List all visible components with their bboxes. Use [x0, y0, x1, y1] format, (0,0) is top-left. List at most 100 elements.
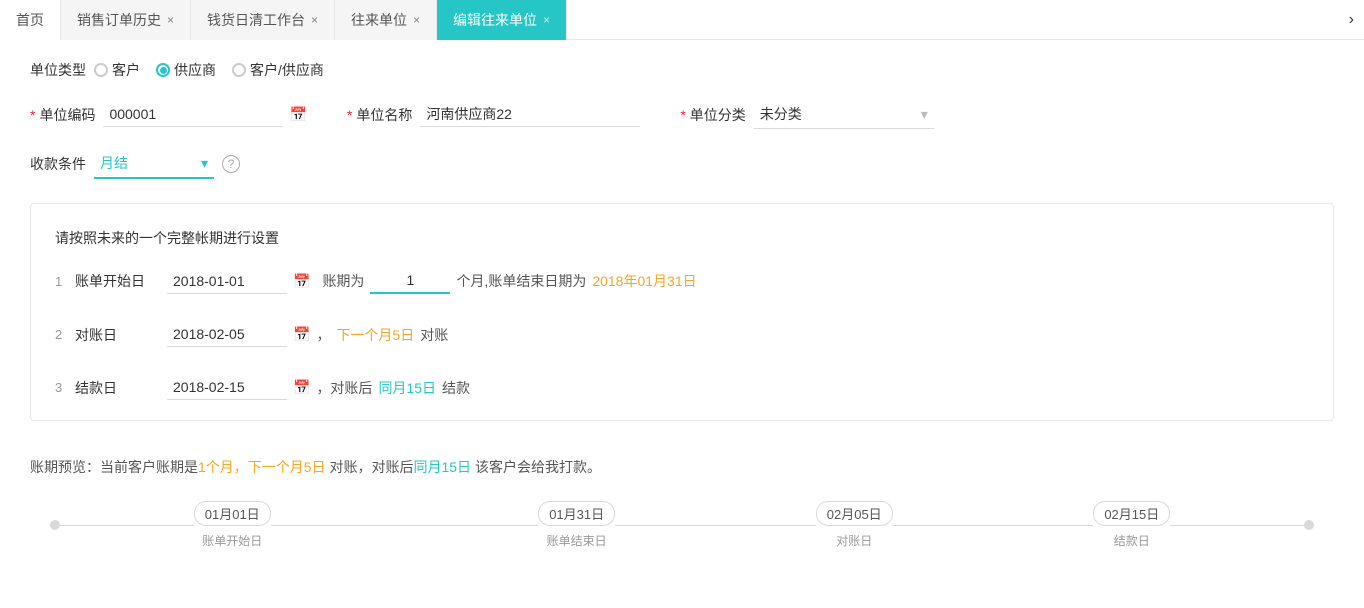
setting-num-3: 3 — [55, 380, 75, 395]
setting-prefix-3: ，对账后 — [316, 378, 372, 398]
setting-row-3: 3 结款日 📅 ，对账后 同月15日 结款 — [55, 375, 1309, 400]
setting-suffix-3: 结款 — [442, 378, 470, 398]
setting-label-3: 结款日 — [75, 378, 155, 398]
payment-label: 收款条件 — [30, 154, 86, 174]
setting-row-2: 2 对账日 📅 ， 下一个月5日 对账 — [55, 322, 1309, 347]
unit-name-input[interactable]: 河南供应商22 — [420, 102, 640, 127]
timeline-line-4 — [893, 525, 1094, 526]
timeline-dot-left — [50, 520, 60, 530]
radio-both[interactable]: 客户/供应商 — [232, 60, 324, 80]
unit-info-row: * 单位编码 000001 📅 * 单位名称 河南供应商22 * 单位分类 未分… — [30, 100, 1334, 129]
setting-row-1: 1 账单开始日 📅 账期为 个月,账单结束日期为 2018年01月31日 — [55, 268, 1309, 294]
unit-code-input[interactable]: 000001 — [103, 102, 283, 127]
preview-prefix: 账期预览：当前客户账期是 — [30, 459, 198, 475]
unit-type-label: 单位类型 — [30, 60, 86, 80]
timeline-badge-4: 02月15日 — [1093, 501, 1170, 526]
tab-home-label: 首页 — [16, 10, 44, 30]
setting-cal-1[interactable]: 📅 — [293, 273, 310, 290]
settings-title: 请按照未来的一个完整帐期进行设置 — [55, 228, 1309, 248]
unit-category-star: * — [680, 107, 685, 123]
setting-mid-1: 账期为 — [322, 271, 364, 291]
unit-code-star: * — [30, 107, 35, 123]
timeline-badge-2: 01月31日 — [538, 501, 615, 526]
unit-category-label: 单位分类 — [690, 105, 746, 125]
setting-label-2: 对账日 — [75, 325, 155, 345]
setting-period-input[interactable] — [370, 268, 450, 294]
setting-date-3[interactable] — [167, 375, 287, 400]
timeline: 01月01日 账单开始日 01月31日 账单结束日 02月05日 对账日 02月… — [30, 501, 1334, 549]
timeline-line-3 — [615, 525, 816, 526]
preview-suffix: 该客户会给我打款。 — [471, 459, 601, 475]
setting-comma-2: ， — [316, 325, 330, 345]
tab-cash-work[interactable]: 钱货日清工作台 × — [191, 0, 335, 40]
timeline-badge-1: 01月01日 — [194, 501, 271, 526]
tab-sales-history-close[interactable]: × — [167, 13, 174, 27]
radio-both-label: 客户/供应商 — [250, 60, 324, 80]
unit-category-group: * 单位分类 未分类 ▾ — [680, 100, 933, 129]
setting-num-1: 1 — [55, 274, 75, 289]
payment-arrow: ▾ — [201, 155, 208, 172]
unit-category-value: 未分类 — [760, 104, 913, 124]
setting-cal-3[interactable]: 📅 — [293, 379, 310, 396]
tabs-more-button[interactable]: › — [1339, 0, 1364, 40]
tabs-more-icon: › — [1349, 11, 1354, 29]
unit-code-group: * 单位编码 000001 📅 — [30, 102, 307, 127]
timeline-line-1 — [60, 525, 194, 526]
radio-customer[interactable]: 客户 — [94, 60, 140, 80]
setting-suffix-1: 个月,账单结束日期为 — [456, 271, 586, 291]
unit-category-select[interactable]: 未分类 ▾ — [754, 100, 934, 129]
timeline-label-2: 账单结束日 — [547, 532, 607, 549]
preview-pay: 同月15日 — [413, 459, 471, 475]
setting-date-2[interactable] — [167, 322, 287, 347]
setting-end-date-1: 2018年01月31日 — [592, 271, 696, 291]
tab-cash-work-label: 钱货日清工作台 — [207, 10, 305, 30]
tab-sales-history[interactable]: 销售订单历史 × — [61, 0, 191, 40]
payment-value: 月结 — [100, 153, 193, 173]
setting-highlight-3: 同月15日 — [378, 378, 436, 398]
timeline-badge-3: 02月05日 — [816, 501, 893, 526]
timeline-node-1: 01月01日 账单开始日 — [194, 501, 271, 549]
tab-home[interactable]: 首页 — [0, 0, 61, 40]
unit-name-star: * — [347, 107, 352, 123]
tab-units-close[interactable]: × — [413, 13, 420, 27]
timeline-label-3: 对账日 — [836, 532, 872, 549]
radio-supplier[interactable]: 供应商 — [156, 60, 216, 80]
preview-recon-suffix: 对账，对账后 — [326, 459, 414, 475]
timeline-dot-right — [1304, 520, 1314, 530]
payment-select[interactable]: 月结 ▾ — [94, 149, 214, 179]
settings-box: 请按照未来的一个完整帐期进行设置 1 账单开始日 📅 账期为 个月,账单结束日期… — [30, 203, 1334, 421]
unit-code-icon[interactable]: 📅 — [289, 106, 306, 123]
tab-units[interactable]: 往来单位 × — [335, 0, 437, 40]
timeline-line-5 — [1170, 525, 1304, 526]
tab-edit-units[interactable]: 编辑往来单位 × — [437, 0, 567, 40]
unit-type-radio-group: 客户 供应商 客户/供应商 — [94, 60, 324, 80]
preview-recon: 下一个月5日 — [248, 459, 326, 475]
setting-highlight-2: 下一个月5日 — [336, 325, 414, 345]
radio-customer-circle — [94, 63, 108, 77]
tabs-bar: 首页 销售订单历史 × 钱货日清工作台 × 往来单位 × 编辑往来单位 × › — [0, 0, 1364, 40]
setting-num-2: 2 — [55, 327, 75, 342]
tab-cash-work-close[interactable]: × — [311, 13, 318, 27]
setting-suffix-2: 对账 — [420, 325, 448, 345]
preview-text: 账期预览：当前客户账期是1个月，下一个月5日 对账，对账后同月15日 该客户会给… — [30, 457, 1334, 477]
payment-help-icon[interactable]: ? — [222, 155, 240, 173]
timeline-node-2: 01月31日 账单结束日 — [538, 501, 615, 549]
timeline-line-2 — [271, 525, 539, 526]
tab-edit-units-label: 编辑往来单位 — [453, 10, 537, 30]
page-content: 单位类型 客户 供应商 客户/供应商 * 单位编码 000001 📅 * — [0, 40, 1364, 608]
tab-edit-units-close[interactable]: × — [543, 13, 550, 27]
unit-name-group: * 单位名称 河南供应商22 — [347, 102, 640, 127]
radio-supplier-circle — [156, 63, 170, 77]
timeline-node-4: 02月15日 结款日 — [1093, 501, 1170, 549]
setting-date-1[interactable] — [167, 269, 287, 294]
timeline-node-3: 02月05日 对账日 — [816, 501, 893, 549]
unit-name-label: 单位名称 — [356, 105, 412, 125]
tab-sales-history-label: 销售订单历史 — [77, 10, 161, 30]
timeline-label-4: 结款日 — [1114, 532, 1150, 549]
unit-code-label: 单位编码 — [39, 105, 95, 125]
setting-cal-2[interactable]: 📅 — [293, 326, 310, 343]
radio-both-circle — [232, 63, 246, 77]
payment-row: 收款条件 月结 ▾ ? — [30, 149, 1334, 179]
radio-supplier-label: 供应商 — [174, 60, 216, 80]
preview-period: 1个月， — [198, 459, 248, 475]
